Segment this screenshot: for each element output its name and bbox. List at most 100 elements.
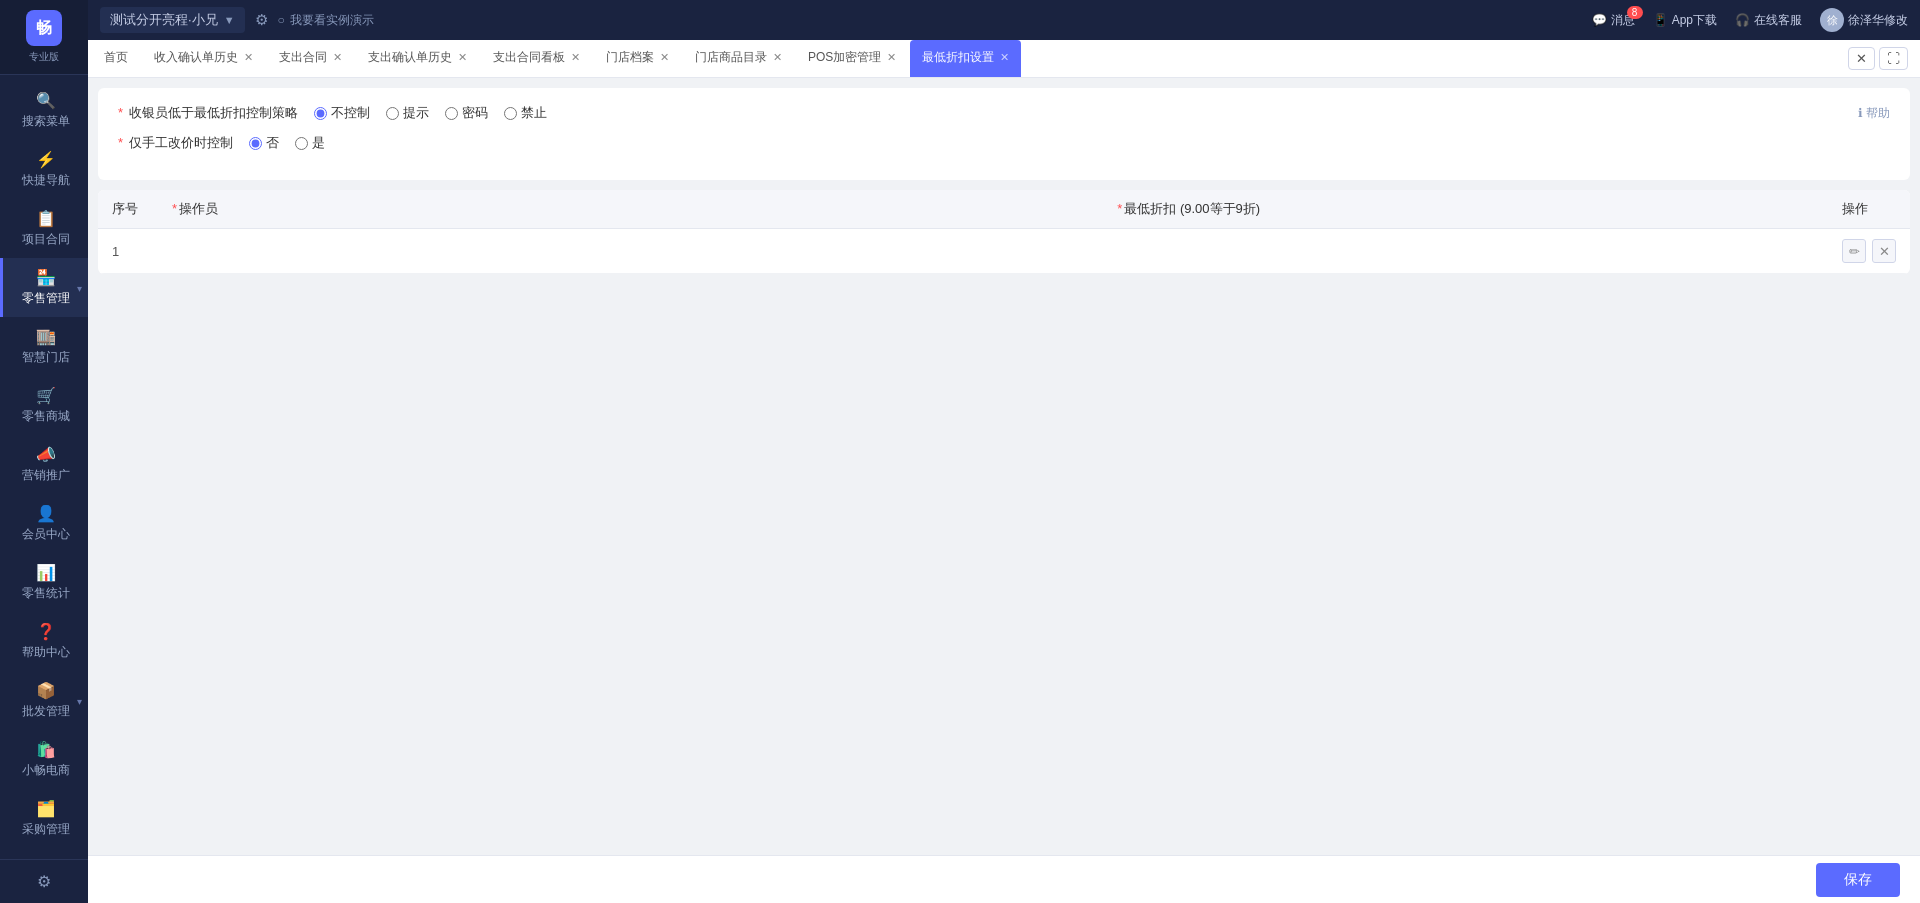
sidebar-item-help-center[interactable]: ❓帮助中心: [0, 612, 88, 671]
online-service-btn[interactable]: 🎧 在线客服: [1735, 12, 1802, 29]
tab-close-icon[interactable]: ✕: [458, 51, 467, 64]
expand-tab-btn[interactable]: ⛶: [1879, 47, 1908, 70]
cell-operator: [158, 229, 1103, 274]
tab-store-goods[interactable]: 门店商品目录✕: [683, 40, 794, 78]
tab-pay-confirm[interactable]: 支出确认单历史✕: [356, 40, 479, 78]
delete-icon-btn[interactable]: ✕: [1872, 239, 1896, 263]
help-icon: ℹ: [1858, 106, 1863, 120]
edit-icon-btn[interactable]: ✏: [1842, 239, 1866, 263]
footer: 保存: [88, 855, 1920, 903]
policy-row: * 收银员低于最低折扣控制策略 不控制 提示 密码: [118, 104, 1890, 122]
tab-store-archive[interactable]: 门店档案 ✕: [594, 40, 681, 78]
online-service-icon: 🎧: [1735, 13, 1750, 27]
project-contract-icon: 📋: [36, 209, 56, 228]
tabbar-actions: ✕⛶: [1848, 47, 1916, 70]
cell-discount: [1103, 229, 1828, 274]
message-btn[interactable]: 💬 消息 8: [1592, 12, 1635, 29]
policy-radio-group: 不控制 提示 密码 禁止: [314, 104, 547, 122]
manual-yes-radio[interactable]: [295, 137, 308, 150]
content-area: * 收银员低于最低折扣控制策略 不控制 提示 密码: [88, 78, 1920, 855]
tab-income-confirm[interactable]: 收入确认单历史✕: [142, 40, 265, 78]
help-center-icon: ❓: [36, 622, 56, 641]
smart-store-icon: 🏬: [36, 327, 56, 346]
sidebar-item-retail-stats[interactable]: 📊零售统计: [0, 553, 88, 612]
manual-radio-group: 否 是: [249, 134, 325, 152]
retail-mgmt-icon: 🏪: [36, 268, 56, 287]
wholesale-mgmt-icon: 📦: [36, 681, 56, 700]
manual-no-radio[interactable]: [249, 137, 262, 150]
app-download-label: App下载: [1672, 12, 1717, 29]
table-scroll: 序号 *操作员 *最低折扣 (9.00等于9折) 操作 1: [98, 190, 1910, 274]
message-badge: 8: [1627, 6, 1643, 19]
policy-password-radio[interactable]: [445, 107, 458, 120]
chevron-right-icon: ▾: [77, 695, 82, 706]
tab-close-icon[interactable]: ✕: [887, 51, 896, 64]
retail-mall-icon: 🛒: [36, 386, 56, 405]
sidebar-item-shortcut[interactable]: ⚡快捷导航: [0, 140, 88, 199]
tab-home[interactable]: 首页: [92, 40, 140, 78]
sidebar-item-inventory-check[interactable]: 📐库存核算: [0, 848, 88, 859]
topbar-right: 💬 消息 8 📱 App下载 🎧 在线客服 徐 徐泽华修改: [1592, 8, 1908, 32]
tab-close-icon[interactable]: ✕: [333, 51, 342, 64]
app-download-btn[interactable]: 📱 App下载: [1653, 12, 1717, 29]
sidebar-item-label: 快捷导航: [22, 172, 70, 189]
tab-close-icon[interactable]: ✕: [773, 51, 782, 64]
inventory-check-icon: 📐: [36, 858, 56, 859]
close-tab-btn[interactable]: ✕: [1848, 47, 1875, 70]
table-body: 1 ✏ ✕: [98, 229, 1910, 274]
settings-icon[interactable]: ⚙: [37, 872, 51, 891]
table-panel: 序号 *操作员 *最低折扣 (9.00等于9折) 操作 1: [98, 190, 1910, 274]
th-action: 操作: [1828, 190, 1910, 229]
user-menu[interactable]: 徐 徐泽华修改: [1820, 8, 1908, 32]
save-button[interactable]: 保存: [1816, 863, 1900, 897]
help-link[interactable]: ℹ 帮助: [1858, 105, 1890, 122]
policy-hint[interactable]: 提示: [386, 104, 429, 122]
sidebar-item-marketing[interactable]: 📣营销推广: [0, 435, 88, 494]
ecommerce-icon: 🛍️: [36, 740, 56, 759]
policy-no-control[interactable]: 不控制: [314, 104, 370, 122]
sidebar-item-project-contract[interactable]: 📋项目合同: [0, 199, 88, 258]
sidebar-item-ecommerce[interactable]: 🛍️小畅电商: [0, 730, 88, 789]
demo-text: 我要看实例演示: [290, 12, 374, 29]
policy-disable[interactable]: 禁止: [504, 104, 547, 122]
policy-disable-radio[interactable]: [504, 107, 517, 120]
topbar-settings-icon[interactable]: ⚙: [255, 11, 268, 29]
tab-label: POS加密管理: [808, 49, 881, 66]
manual-no[interactable]: 否: [249, 134, 279, 152]
sidebar-item-search[interactable]: 🔍搜索菜单: [0, 81, 88, 140]
tab-close-icon[interactable]: ✕: [660, 51, 669, 64]
th-operator: *操作员: [158, 190, 1103, 229]
sidebar-item-smart-store[interactable]: 🏬 智慧门店: [0, 317, 88, 376]
policy-label: * 收银员低于最低折扣控制策略: [118, 104, 298, 122]
sidebar-item-wholesale-mgmt[interactable]: 📦 批发管理 ▾: [0, 671, 88, 730]
sidebar-item-label: 零售管理: [22, 290, 70, 307]
project-name: 测试分开亮程·小兄: [110, 11, 218, 29]
tab-close-icon[interactable]: ✕: [571, 51, 580, 64]
sidebar-item-retail-mall[interactable]: 🛒零售商城: [0, 376, 88, 435]
policy-hint-radio[interactable]: [386, 107, 399, 120]
sidebar-item-label: 批发管理: [22, 703, 70, 720]
tab-pos-password[interactable]: POS加密管理 ✕: [796, 40, 908, 78]
policy-password[interactable]: 密码: [445, 104, 488, 122]
logo-subtext: 专业版: [29, 50, 59, 64]
table-header: 序号 *操作员 *最低折扣 (9.00等于9折) 操作: [98, 190, 1910, 229]
tab-pay-board[interactable]: 支出合同看板✕: [481, 40, 592, 78]
member-center-icon: 👤: [36, 504, 56, 523]
project-selector[interactable]: 测试分开亮程·小兄 ▼: [100, 7, 245, 33]
tab-min-discount[interactable]: 最低折扣设置✕: [910, 40, 1021, 78]
sidebar-item-member-center[interactable]: 👤会员中心: [0, 494, 88, 553]
sidebar-item-purchase-mgmt[interactable]: 🗂️采购管理: [0, 789, 88, 848]
th-seq: 序号: [98, 190, 158, 229]
th-discount: *最低折扣 (9.00等于9折): [1103, 190, 1828, 229]
tab-close-icon[interactable]: ✕: [244, 51, 253, 64]
policy-no-control-radio[interactable]: [314, 107, 327, 120]
demo-link[interactable]: ○ 我要看实例演示: [278, 12, 374, 29]
sidebar-item-retail-mgmt[interactable]: 🏪零售管理▾: [0, 258, 88, 317]
topbar: 测试分开亮程·小兄 ▼ ⚙ ○ 我要看实例演示 💬 消息 8 📱 App下载 🎧…: [88, 0, 1920, 40]
manual-yes[interactable]: 是: [295, 134, 325, 152]
sidebar-item-label: 智慧门店: [22, 349, 70, 366]
search-icon: 🔍: [36, 91, 56, 110]
tab-close-icon[interactable]: ✕: [1000, 51, 1009, 64]
tab-label: 门店档案: [606, 49, 654, 66]
tab-pay-contract[interactable]: 支出合同✕: [267, 40, 354, 78]
